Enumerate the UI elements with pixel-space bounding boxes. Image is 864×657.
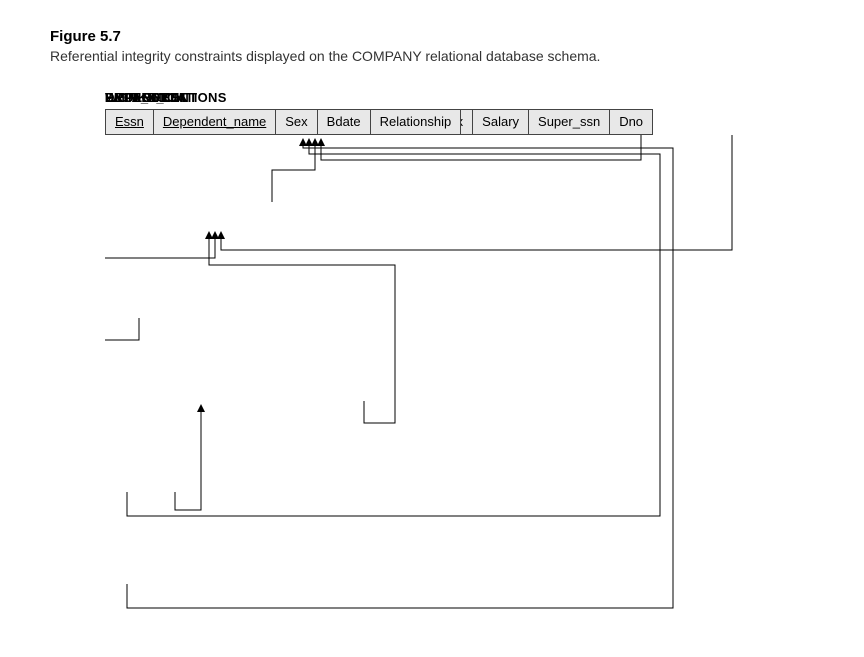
figure-number: Figure 5.7 (50, 28, 864, 45)
col-dep-bdate: Bdate (317, 109, 371, 135)
col-dep-essn: Essn (105, 109, 154, 135)
table-dependent: DEPENDENT Essn Dependent_name Sex Bdate … (105, 90, 461, 135)
col-dependent-name: Dependent_name (153, 109, 276, 135)
col-salary: Salary (472, 109, 529, 135)
figure-caption: Referential integrity constraints displa… (50, 48, 864, 64)
table-dependent-name: DEPENDENT (105, 90, 461, 105)
col-dno: Dno (609, 109, 653, 135)
ref-integrity-arrows (105, 90, 864, 650)
col-dep-relationship: Relationship (370, 109, 462, 135)
col-dep-sex: Sex (275, 109, 317, 135)
col-super-ssn: Super_ssn (528, 109, 610, 135)
